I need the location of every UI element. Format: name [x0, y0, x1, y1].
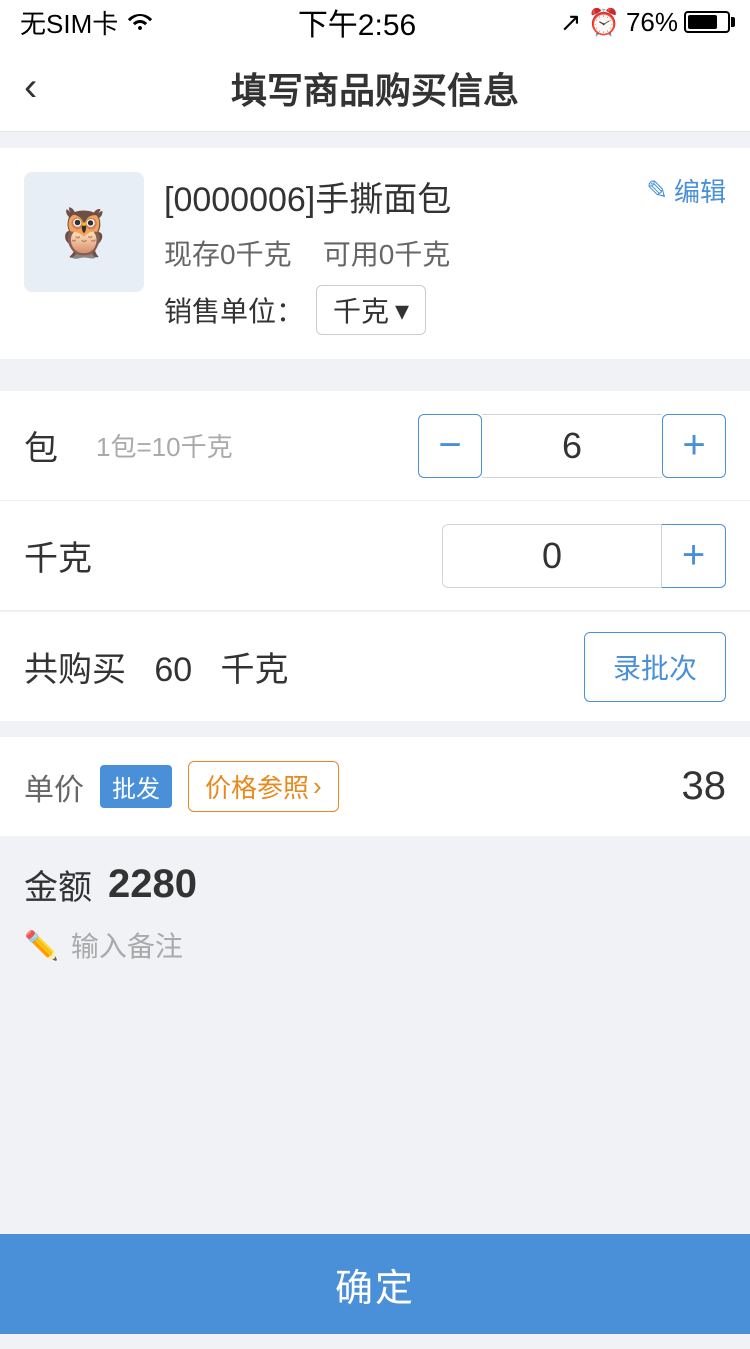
status-left: 无SIM卡	[20, 4, 154, 41]
bao-hint: 1包=10千克	[96, 427, 418, 464]
unit-label: 销售单位：	[164, 290, 304, 330]
price-ref-arrow-icon: ›	[313, 771, 322, 802]
unit-value: 千克	[333, 290, 389, 330]
bao-quantity-row: 包 1包=10千克 − +	[0, 391, 750, 501]
divider-1	[0, 359, 750, 375]
price-type-tag: 批发	[100, 765, 172, 808]
total-text: 共购买 60 千克	[24, 642, 289, 691]
status-bar: 无SIM卡 下午2:56 ↗ ⏰ 76%	[0, 0, 750, 44]
total-unit: 千克	[221, 651, 289, 689]
kg-quantity-control: +	[442, 524, 726, 588]
amount-row: 金额 2280	[24, 860, 726, 909]
dropdown-arrow-icon: ▾	[395, 294, 409, 327]
price-ref-label: 价格参照	[205, 768, 309, 805]
status-right: ↗ ⏰ 76%	[560, 7, 730, 38]
confirm-button[interactable]: 确定	[0, 1234, 750, 1334]
page-title: 填写商品购买信息	[231, 62, 519, 114]
edit-label: 编辑	[674, 172, 726, 209]
alarm-icon: ⏰	[588, 7, 620, 38]
amount-label: 金额	[24, 860, 92, 909]
batch-button[interactable]: 录批次	[584, 632, 726, 702]
total-label: 共购买	[24, 651, 126, 689]
product-owl-icon: 🦉	[54, 204, 114, 261]
product-name: [0000006]手撕面包	[164, 172, 451, 221]
location-icon: ↗	[560, 7, 582, 38]
carrier-text: 无SIM卡	[20, 4, 118, 41]
bao-increment-button[interactable]: +	[662, 414, 726, 478]
pencil-icon: ✏️	[24, 929, 59, 962]
total-amount: 60	[154, 651, 192, 689]
wifi-icon	[126, 8, 154, 37]
note-row[interactable]: ✏️ 输入备注	[24, 925, 726, 965]
bao-quantity-input[interactable]	[482, 414, 662, 478]
edit-icon: ✎	[646, 175, 668, 206]
price-label: 单价	[24, 765, 84, 809]
price-value: 38	[682, 764, 727, 809]
unit-selector[interactable]: 千克 ▾	[316, 285, 426, 335]
total-section: 共购买 60 千克 录批次	[0, 611, 750, 721]
amount-value: 2280	[108, 862, 197, 907]
quantity-section: 包 1包=10千克 − + 千克 + 共购买 60 千克 录批次	[0, 391, 750, 721]
amount-section: 金额 2280 ✏️ 输入备注	[0, 836, 750, 989]
kg-quantity-input[interactable]	[442, 524, 662, 588]
back-button[interactable]: ‹	[24, 65, 37, 110]
bao-label: 包	[24, 421, 84, 470]
price-ref-button[interactable]: 价格参照 ›	[188, 761, 339, 812]
status-time: 下午2:56	[298, 0, 416, 44]
kg-quantity-row: 千克 +	[0, 501, 750, 611]
bao-quantity-control: − +	[418, 414, 726, 478]
product-stock: 现存0千克 可用0千克	[164, 233, 726, 273]
battery-percent: 76%	[626, 7, 678, 38]
product-image: 🦉	[24, 172, 144, 292]
price-section: 单价 批发 价格参照 › 38	[0, 737, 750, 836]
kg-increment-button[interactable]: +	[662, 524, 726, 588]
product-info: [0000006]手撕面包 ✎ 编辑 现存0千克 可用0千克 销售单位： 千克 …	[164, 172, 726, 335]
bao-decrement-button[interactable]: −	[418, 414, 482, 478]
battery-icon	[684, 11, 730, 33]
product-unit-row: 销售单位： 千克 ▾	[164, 285, 726, 335]
available-text: 可用0千克	[323, 239, 451, 270]
nav-bar: ‹ 填写商品购买信息	[0, 44, 750, 132]
stock-text: 现存0千克	[164, 239, 292, 270]
note-label: 输入备注	[71, 925, 183, 965]
edit-button[interactable]: ✎ 编辑	[646, 172, 726, 209]
product-section: 🦉 [0000006]手撕面包 ✎ 编辑 现存0千克 可用0千克 销售单位： 千…	[0, 148, 750, 359]
kg-label: 千克	[24, 531, 92, 580]
divider-2	[0, 721, 750, 737]
